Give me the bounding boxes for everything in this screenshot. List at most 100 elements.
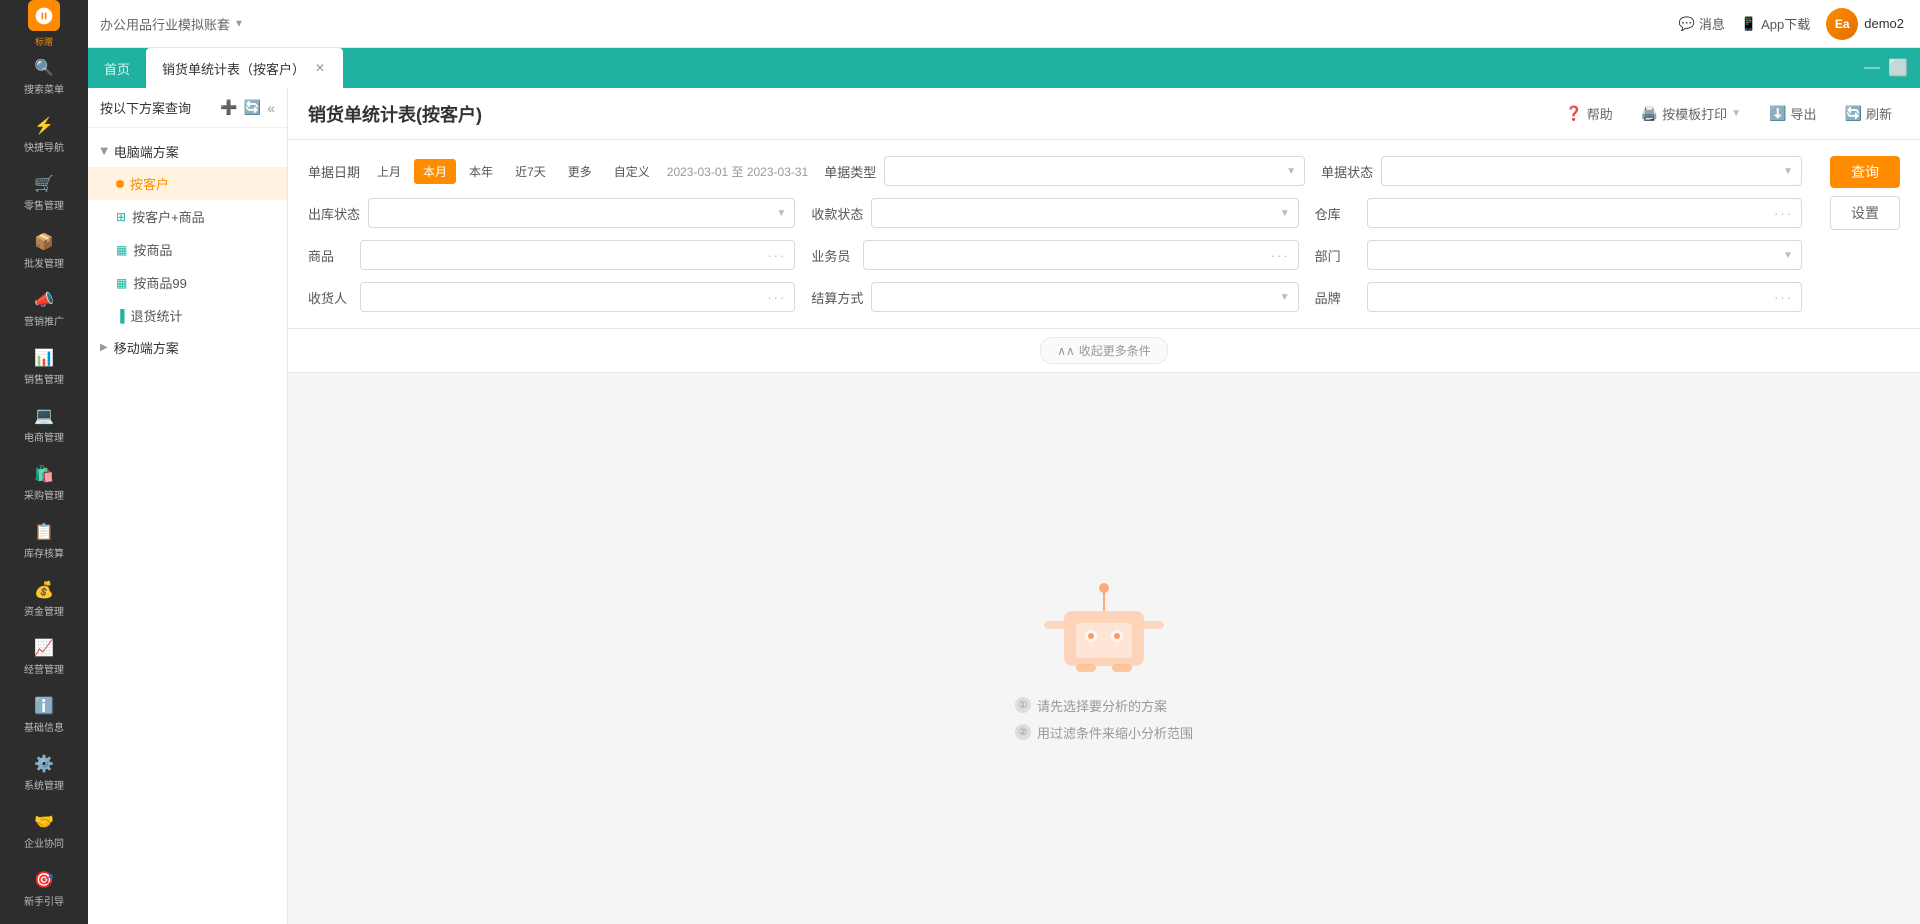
doc-status-select[interactable]: ▼ <box>1381 156 1802 186</box>
top-header: 办公用品行业模拟账套 ▼ 💬 消息 📱 App下载 Ea demo2 <box>0 0 1920 48</box>
chevron-down-icon: ▼ <box>776 208 786 219</box>
sidebar-item-finance[interactable]: 💰 资金管理 <box>0 570 88 628</box>
goods-select[interactable]: ··· <box>360 240 795 270</box>
tree-arrow-pc: ▶ <box>98 148 109 156</box>
date-btn-this-year[interactable]: 本年 <box>460 159 502 184</box>
marketing-icon: 📣 <box>34 290 54 310</box>
username-label: demo2 <box>1864 16 1904 31</box>
date-btn-last-month[interactable]: 上月 <box>368 159 410 184</box>
sidebar-item-appstore[interactable]: 🔲 应用中心 <box>0 918 88 924</box>
filter-payment: 结算方式 ▼ <box>811 282 1298 312</box>
tree-group-pc-header[interactable]: ▶ 电脑端方案 <box>88 136 287 167</box>
sidebar-item-system[interactable]: ⚙️ 系统管理 <box>0 744 88 802</box>
collapse-button[interactable]: ∧∧ 收起更多条件 <box>1040 337 1168 364</box>
sidebar-item-search[interactable]: 🔍 搜索菜单 <box>0 48 88 106</box>
tree-group-pc: ▶ 电脑端方案 按客户 ⊞ 按客户+商品 ▦ 按商品 <box>88 136 287 332</box>
sidebar: 标赠 🔍 搜索菜单 ⚡ 快捷导航 🛒 零售管理 📦 批发管理 📣 营销推广 📊 … <box>0 0 88 924</box>
out-status-select[interactable]: ▼ <box>368 198 795 228</box>
tab-home[interactable]: 首页 <box>88 48 146 88</box>
sidebar-item-label: 系统管理 <box>24 777 64 792</box>
tree-item-return-stat[interactable]: ▐ 退货统计 <box>88 299 287 332</box>
recv-status-select[interactable]: ▼ <box>871 198 1298 228</box>
chevron-down-icon: ▼ <box>1280 208 1290 219</box>
sidebar-item-sales-mgmt[interactable]: 📊 销售管理 <box>0 338 88 396</box>
sidebar-item-collab[interactable]: 🤝 企业协同 <box>0 802 88 860</box>
tree-item-by-product99[interactable]: ▦ 按商品99 <box>88 266 287 299</box>
collapse-label: 收起更多条件 <box>1079 342 1151 359</box>
chevron-down-icon: ▼ <box>1783 166 1793 177</box>
consignee-select[interactable]: ··· <box>360 282 795 312</box>
settings-button[interactable]: 设置 <box>1830 196 1900 230</box>
retail-icon: 🛒 <box>34 174 54 194</box>
tree-group-mobile-header[interactable]: ▶ 移动端方案 <box>88 332 287 363</box>
user-area[interactable]: Ea demo2 <box>1826 8 1904 40</box>
tree-item-by-product[interactable]: ▦ 按商品 <box>88 233 287 266</box>
maximize-icon[interactable]: ⬜ <box>1888 58 1908 78</box>
quick-icon: ⚡ <box>34 116 54 136</box>
main-area: 按以下方案查询 ➕ 🔄 « ▶ 电脑端方案 按客户 <box>88 88 1920 924</box>
tree-item-by-customer[interactable]: 按客户 <box>88 167 287 200</box>
sidebar-item-purchase[interactable]: 🛍️ 采购管理 <box>0 454 88 512</box>
industry-selector[interactable]: 办公用品行业模拟账套 ▼ <box>100 14 244 33</box>
sidebar-logo: 标赠 <box>0 0 88 48</box>
sidebar-item-basic[interactable]: ℹ️ 基础信息 <box>0 686 88 744</box>
warehouse-select[interactable]: ··· <box>1367 198 1802 228</box>
refresh-button[interactable]: 🔄 刷新 <box>1837 100 1900 127</box>
industry-name: 办公用品行业模拟账套 <box>100 14 230 33</box>
brand-select[interactable]: ··· <box>1367 282 1802 312</box>
dept-select[interactable]: ▼ <box>1367 240 1802 270</box>
message-label: 消息 <box>1699 14 1725 33</box>
sidebar-item-newbie[interactable]: 🎯 新手引导 <box>0 860 88 918</box>
refresh-label: 刷新 <box>1866 104 1892 123</box>
message-button[interactable]: 💬 消息 <box>1679 14 1725 33</box>
payment-label: 结算方式 <box>811 288 863 307</box>
sidebar-item-marketing[interactable]: 📣 营销推广 <box>0 280 88 338</box>
sidebar-item-operation[interactable]: 📈 经营管理 <box>0 628 88 686</box>
sidebar-item-inventory[interactable]: 📋 库存核算 <box>0 512 88 570</box>
bar-icon: ▐ <box>116 309 125 323</box>
print-chevron-icon: ▼ <box>1731 108 1741 119</box>
date-btn-more[interactable]: 更多 <box>559 159 601 184</box>
date-btn-this-month[interactable]: 本月 <box>414 159 456 184</box>
empty-hint-1: ① 请先选择要分析的方案 <box>1015 696 1193 715</box>
wholesale-icon: 📦 <box>34 232 54 252</box>
tree-item-label: 按客户+商品 <box>132 207 205 226</box>
payment-select[interactable]: ▼ <box>871 282 1298 312</box>
tree-item-by-customer-product[interactable]: ⊞ 按客户+商品 <box>88 200 287 233</box>
dots-icon: ··· <box>1271 248 1290 263</box>
sidebar-item-label: 电商管理 <box>24 429 64 444</box>
sidebar-item-quick[interactable]: ⚡ 快捷导航 <box>0 106 88 164</box>
tab-sales-stat[interactable]: 销货单统计表（按客户） ✕ <box>146 48 343 88</box>
filter-goods: 商品 ··· <box>308 240 795 270</box>
export-button[interactable]: ⬇️ 导出 <box>1761 100 1824 127</box>
query-button[interactable]: 查询 <box>1830 156 1900 188</box>
help-button[interactable]: ❓ 帮助 <box>1557 100 1620 127</box>
home-tab-label: 首页 <box>104 59 130 78</box>
filter-doc-type: 单据类型 ▼ <box>824 156 1305 186</box>
system-icon: ⚙️ <box>34 754 54 774</box>
doc-type-select[interactable]: ▼ <box>884 156 1305 186</box>
filter-area: 单据日期 上月 本月 本年 近7天 更多 自定义 2023-03-01 至 20… <box>288 140 1920 329</box>
out-status-label: 出库状态 <box>308 204 360 223</box>
page-actions: ❓ 帮助 🖨️ 按模板打印 ▼ ⬇️ 导出 🔄 刷新 <box>1557 100 1900 127</box>
filter-doc-status: 单据状态 ▼ <box>1321 156 1802 186</box>
add-scheme-button[interactable]: ➕ <box>220 99 237 116</box>
date-btn-7days[interactable]: 近7天 <box>506 159 555 184</box>
sidebar-item-retail[interactable]: 🛒 零售管理 <box>0 164 88 222</box>
minimize-icon[interactable]: — <box>1864 59 1880 77</box>
sidebar-item-wholesale[interactable]: 📦 批发管理 <box>0 222 88 280</box>
filter-dept: 部门 ▼ <box>1315 240 1802 270</box>
collapse-panel-button[interactable]: « <box>267 100 275 116</box>
date-btn-custom[interactable]: 自定义 <box>605 159 659 184</box>
print-button[interactable]: 🖨️ 按模板打印 ▼ <box>1633 100 1749 127</box>
left-panel: 按以下方案查询 ➕ 🔄 « ▶ 电脑端方案 按客户 <box>88 88 288 924</box>
action-buttons: 查询 设置 <box>1830 156 1900 312</box>
tab-close-icon[interactable]: ✕ <box>313 59 327 77</box>
doc-status-label: 单据状态 <box>1321 162 1373 181</box>
sidebar-item-label: 新手引导 <box>24 893 64 908</box>
tree-group-pc-label: 电脑端方案 <box>114 142 179 161</box>
salesperson-select[interactable]: ··· <box>863 240 1298 270</box>
app-download-button[interactable]: 📱 App下载 <box>1741 14 1810 33</box>
refresh-scheme-button[interactable]: 🔄 <box>244 99 261 116</box>
sidebar-item-ecommerce[interactable]: 💻 电商管理 <box>0 396 88 454</box>
